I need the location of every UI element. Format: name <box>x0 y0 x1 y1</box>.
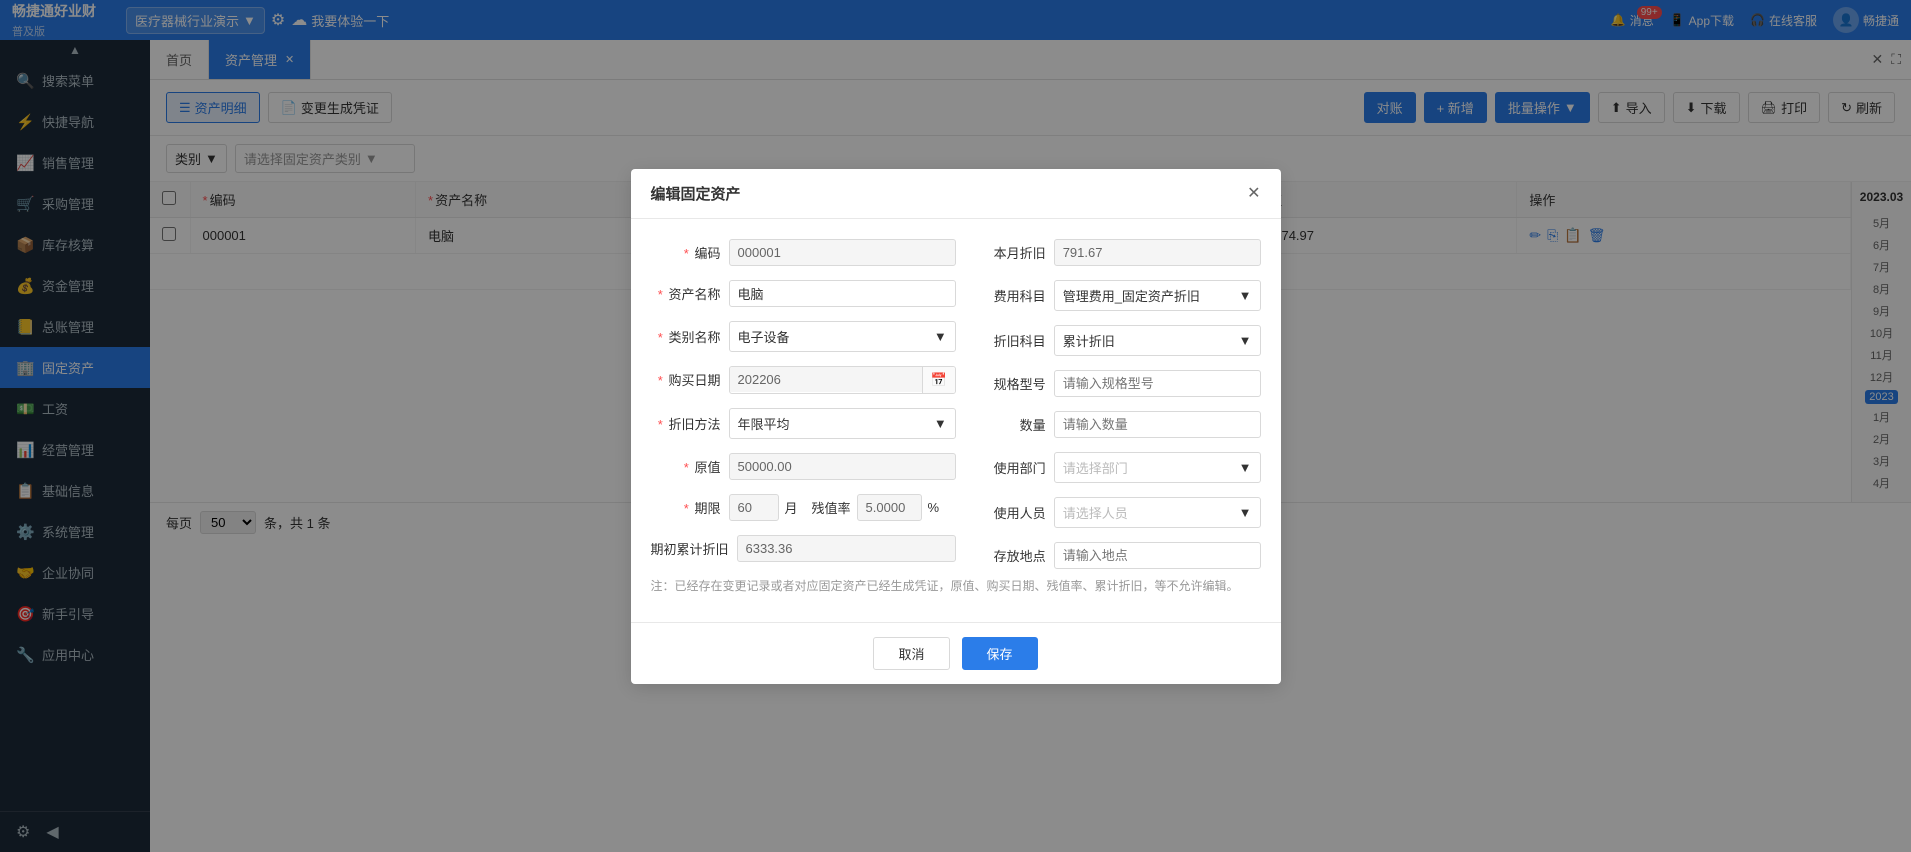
original-value-label: * 原值 <box>651 457 721 476</box>
depreciation-subject-label: 折旧科目 <box>976 331 1046 350</box>
form-note: 注：已经存在变更记录或者对应固定资产已经生成凭证，原值、购买日期、残值率、累计折… <box>651 569 1261 602</box>
form-row-purchase-date: * 购买日期 📅 <box>651 366 956 394</box>
modal-footer: 取消 保存 <box>631 622 1281 684</box>
code-input[interactable] <box>729 239 956 266</box>
chevron-down-icon: ▼ <box>934 416 947 431</box>
form-row-quantity: 数量 <box>976 411 1261 438</box>
form-row-storage-location: 存放地点 <box>976 542 1261 569</box>
category-label: * 类别名称 <box>651 327 721 346</box>
purchase-date-input[interactable] <box>730 367 922 392</box>
expense-subject-label: 费用科目 <box>976 286 1046 305</box>
modal-body: * 编码 * 资产名称 <box>631 219 1281 622</box>
department-label: 使用部门 <box>976 458 1046 477</box>
modal-close-button[interactable]: ✕ <box>1247 183 1260 203</box>
monthly-depreciation-input <box>1054 239 1261 266</box>
purchase-date-label: * 购买日期 <box>651 370 721 389</box>
form-row-depreciation-method: * 折旧方法 年限平均 ▼ <box>651 408 956 439</box>
depreciation-method-label: * 折旧方法 <box>651 414 721 433</box>
form-right-col: 本月折旧 费用科目 管理费用_固定资产折旧 ▼ 折旧科目 <box>976 239 1261 569</box>
form-row-initial-depreciation: 期初累计折旧 <box>651 535 956 562</box>
purchase-date-field: 📅 <box>729 366 956 394</box>
period-inline: 月 残值率 % <box>729 494 956 521</box>
asset-name-input[interactable] <box>729 280 956 307</box>
depreciation-method-select[interactable]: 年限平均 ▼ <box>729 408 956 439</box>
modal-overlay: 编辑固定资产 ✕ * 编码 <box>0 0 1911 852</box>
quantity-input[interactable] <box>1054 411 1261 438</box>
period-label: * 期限 <box>651 498 721 517</box>
depreciation-method-value: 年限平均 <box>738 414 790 433</box>
form-row-expense-subject: 费用科目 管理费用_固定资产折旧 ▼ <box>976 280 1261 311</box>
expense-subject-select[interactable]: 管理费用_固定资产折旧 ▼ <box>1054 280 1261 311</box>
form-row-spec-model: 规格型号 <box>976 370 1261 397</box>
department-select[interactable]: 请选择部门 ▼ <box>1054 452 1261 483</box>
form-row-period: * 期限 月 残值率 % <box>651 494 956 521</box>
initial-depreciation-label: 期初累计折旧 <box>651 539 729 558</box>
form-grid: * 编码 * 资产名称 <box>651 239 1261 569</box>
save-button[interactable]: 保存 <box>962 637 1038 670</box>
chevron-down-icon: ▼ <box>934 329 947 344</box>
spec-model-label: 规格型号 <box>976 374 1046 393</box>
modal-title: 编辑固定资产 <box>651 183 741 204</box>
period-unit: 月 <box>785 498 798 517</box>
chevron-down-icon: ▼ <box>1239 505 1252 520</box>
asset-name-label: * 资产名称 <box>651 284 721 303</box>
code-label: * 编码 <box>651 243 721 262</box>
calendar-icon[interactable]: 📅 <box>922 367 955 393</box>
form-row-depreciation-subject: 折旧科目 累计折旧 ▼ <box>976 325 1261 356</box>
form-row-original-value: * 原值 <box>651 453 956 480</box>
form-row-monthly-depreciation: 本月折旧 <box>976 239 1261 266</box>
category-select[interactable]: 电子设备 ▼ <box>729 321 956 352</box>
modal-header: 编辑固定资产 ✕ <box>631 169 1281 219</box>
expense-subject-value: 管理费用_固定资产折旧 <box>1063 286 1200 305</box>
quantity-label: 数量 <box>976 415 1046 434</box>
residual-rate-input[interactable] <box>857 494 922 521</box>
form-row-department: 使用部门 请选择部门 ▼ <box>976 452 1261 483</box>
cancel-button[interactable]: 取消 <box>873 637 949 670</box>
user-select[interactable]: 请选择人员 ▼ <box>1054 497 1261 528</box>
residual-rate-label: 残值率 <box>812 498 851 517</box>
depreciation-subject-select[interactable]: 累计折旧 ▼ <box>1054 325 1261 356</box>
storage-location-input[interactable] <box>1054 542 1261 569</box>
spec-model-input[interactable] <box>1054 370 1261 397</box>
form-row-user: 使用人员 请选择人员 ▼ <box>976 497 1261 528</box>
form-row-code: * 编码 <box>651 239 956 266</box>
edit-modal: 编辑固定资产 ✕ * 编码 <box>631 169 1281 684</box>
category-value: 电子设备 <box>738 327 790 346</box>
form-row-asset-name: * 资产名称 <box>651 280 956 307</box>
chevron-down-icon: ▼ <box>1239 333 1252 348</box>
form-row-category: * 类别名称 电子设备 ▼ <box>651 321 956 352</box>
department-placeholder: 请选择部门 <box>1063 458 1128 477</box>
user-placeholder: 请选择人员 <box>1063 503 1128 522</box>
depreciation-subject-value: 累计折旧 <box>1063 331 1115 350</box>
chevron-down-icon: ▼ <box>1239 460 1252 475</box>
original-value-input[interactable] <box>729 453 956 480</box>
initial-depreciation-input[interactable] <box>737 535 956 562</box>
storage-location-label: 存放地点 <box>976 546 1046 565</box>
user-label: 使用人员 <box>976 503 1046 522</box>
monthly-depreciation-label: 本月折旧 <box>976 243 1046 262</box>
form-left-col: * 编码 * 资产名称 <box>651 239 956 569</box>
chevron-down-icon: ▼ <box>1239 288 1252 303</box>
period-input[interactable] <box>729 494 779 521</box>
residual-rate-unit: % <box>928 500 940 515</box>
